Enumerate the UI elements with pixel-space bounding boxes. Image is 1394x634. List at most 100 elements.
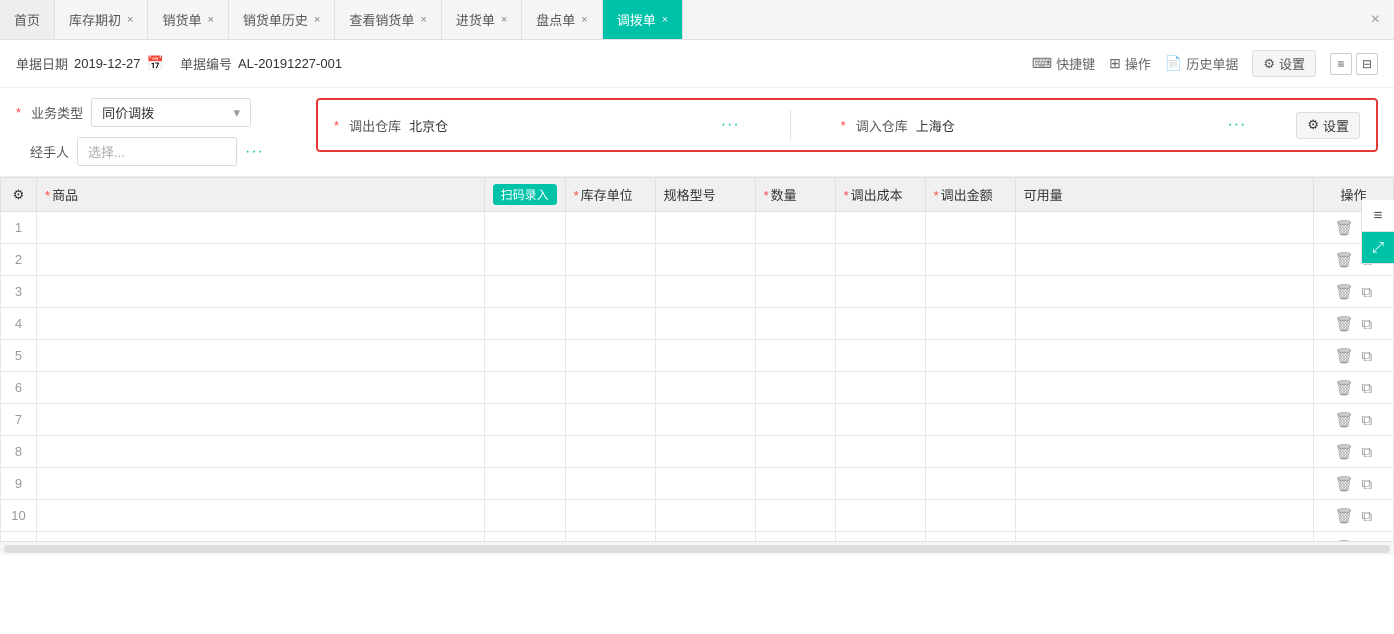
- tab-home[interactable]: 首页: [0, 0, 55, 39]
- delete-row-button[interactable]: 🗑: [1335, 444, 1354, 461]
- copy-row-button[interactable]: ⧉: [1361, 348, 1372, 365]
- cell-amount[interactable]: [925, 532, 1015, 542]
- cell-amount[interactable]: [925, 500, 1015, 532]
- cell-unit[interactable]: [565, 340, 655, 372]
- cell-qty[interactable]: [755, 436, 835, 468]
- cell-goods[interactable]: [37, 244, 485, 276]
- tab-close-icon[interactable]: ×: [501, 14, 507, 26]
- person-more-button[interactable]: ···: [245, 143, 264, 161]
- tab-close-icon[interactable]: ×: [314, 14, 320, 26]
- cell-unit[interactable]: [565, 308, 655, 340]
- copy-row-button[interactable]: ⧉: [1361, 380, 1372, 397]
- side-expand-button[interactable]: ⤢: [1362, 232, 1394, 264]
- gear-icon[interactable]: ⚙: [13, 187, 25, 202]
- cell-unit[interactable]: [565, 276, 655, 308]
- cell-unit[interactable]: [565, 436, 655, 468]
- setting-panel-button[interactable]: ⚙ 设置: [1296, 112, 1360, 139]
- tab-close-icon[interactable]: ×: [662, 14, 668, 26]
- cell-goods[interactable]: [37, 468, 485, 500]
- cell-goods[interactable]: [37, 340, 485, 372]
- copy-row-button[interactable]: ⧉: [1361, 284, 1372, 301]
- cell-qty[interactable]: [755, 276, 835, 308]
- cell-amount[interactable]: [925, 468, 1015, 500]
- cell-goods[interactable]: [37, 436, 485, 468]
- cell-amount[interactable]: [925, 244, 1015, 276]
- cell-amount[interactable]: [925, 276, 1015, 308]
- cell-goods[interactable]: [37, 212, 485, 244]
- cell-unit[interactable]: [565, 244, 655, 276]
- biz-type-select[interactable]: 同价调拨 ▾: [91, 98, 251, 127]
- cell-cost[interactable]: [835, 308, 925, 340]
- tab-close-icon[interactable]: ×: [420, 14, 426, 26]
- cell-unit[interactable]: [565, 212, 655, 244]
- cell-qty[interactable]: [755, 372, 835, 404]
- calendar-icon[interactable]: 📅: [147, 55, 164, 72]
- cell-cost[interactable]: [835, 436, 925, 468]
- cell-amount[interactable]: [925, 340, 1015, 372]
- delete-row-button[interactable]: 🗑: [1335, 220, 1354, 237]
- cell-cost[interactable]: [835, 212, 925, 244]
- cell-goods[interactable]: [37, 308, 485, 340]
- delete-row-button[interactable]: 🗑: [1335, 380, 1354, 397]
- copy-row-button[interactable]: ⧉: [1361, 316, 1372, 333]
- tab-sales-order[interactable]: 销货单 ×: [148, 0, 228, 39]
- horizontal-scrollbar[interactable]: [0, 541, 1394, 555]
- tab-close-icon[interactable]: ×: [581, 14, 587, 26]
- delete-row-button[interactable]: 🗑: [1335, 540, 1354, 542]
- tab-view-sales[interactable]: 查看销货单 ×: [335, 0, 441, 39]
- cell-unit[interactable]: [565, 372, 655, 404]
- cell-cost[interactable]: [835, 372, 925, 404]
- cell-spec[interactable]: [655, 244, 755, 276]
- cell-qty[interactable]: [755, 500, 835, 532]
- cell-qty[interactable]: [755, 340, 835, 372]
- delete-row-button[interactable]: 🗑: [1335, 284, 1354, 301]
- tab-close-icon[interactable]: ×: [207, 14, 213, 26]
- cell-goods[interactable]: [37, 532, 485, 542]
- out-warehouse-more-button[interactable]: ···: [721, 116, 740, 134]
- cell-qty[interactable]: [755, 468, 835, 500]
- cell-cost[interactable]: [835, 500, 925, 532]
- cell-spec[interactable]: [655, 340, 755, 372]
- in-warehouse-more-button[interactable]: ···: [1227, 116, 1246, 134]
- cell-amount[interactable]: [925, 212, 1015, 244]
- person-select[interactable]: 选择...: [77, 137, 237, 166]
- delete-row-button[interactable]: 🗑: [1335, 348, 1354, 365]
- operations-action[interactable]: ⊞ 操作: [1109, 54, 1151, 73]
- copy-row-button[interactable]: ⧉: [1361, 476, 1372, 493]
- cell-spec[interactable]: [655, 308, 755, 340]
- cell-amount[interactable]: [925, 404, 1015, 436]
- cell-goods[interactable]: [37, 372, 485, 404]
- cell-qty[interactable]: [755, 212, 835, 244]
- delete-row-button[interactable]: 🗑: [1335, 316, 1354, 333]
- side-list-button[interactable]: ≡: [1362, 200, 1394, 232]
- delete-row-button[interactable]: 🗑: [1335, 412, 1354, 429]
- cell-unit[interactable]: [565, 468, 655, 500]
- view-toggle-list[interactable]: ≡: [1330, 53, 1352, 75]
- tab-inventory-init[interactable]: 库存期初 ×: [55, 0, 148, 39]
- cell-spec[interactable]: [655, 404, 755, 436]
- cell-qty[interactable]: [755, 308, 835, 340]
- cell-qty[interactable]: [755, 244, 835, 276]
- tab-stocktake[interactable]: 盘点单 ×: [522, 0, 602, 39]
- delete-row-button[interactable]: 🗑: [1335, 252, 1354, 269]
- copy-row-button[interactable]: ⧉: [1361, 508, 1372, 525]
- cell-goods[interactable]: [37, 276, 485, 308]
- cell-unit[interactable]: [565, 500, 655, 532]
- cell-unit[interactable]: [565, 532, 655, 542]
- shortcut-action[interactable]: ⌨ 快捷键: [1032, 54, 1095, 73]
- cell-spec[interactable]: [655, 532, 755, 542]
- history-action[interactable]: 📄 历史单据: [1165, 54, 1238, 73]
- setting-button[interactable]: ⚙ 设置: [1252, 50, 1316, 77]
- cell-spec[interactable]: [655, 436, 755, 468]
- window-close-button[interactable]: ×: [1357, 0, 1394, 39]
- cell-cost[interactable]: [835, 404, 925, 436]
- cell-amount[interactable]: [925, 308, 1015, 340]
- cell-unit[interactable]: [565, 404, 655, 436]
- view-toggle-grid[interactable]: ⊟: [1356, 53, 1378, 75]
- tab-close-icon[interactable]: ×: [127, 14, 133, 26]
- copy-row-button[interactable]: ⧉: [1361, 540, 1372, 542]
- cell-spec[interactable]: [655, 212, 755, 244]
- tab-transfer[interactable]: 调拨单 ×: [603, 0, 683, 39]
- delete-row-button[interactable]: 🗑: [1335, 508, 1354, 525]
- copy-row-button[interactable]: ⧉: [1361, 444, 1372, 461]
